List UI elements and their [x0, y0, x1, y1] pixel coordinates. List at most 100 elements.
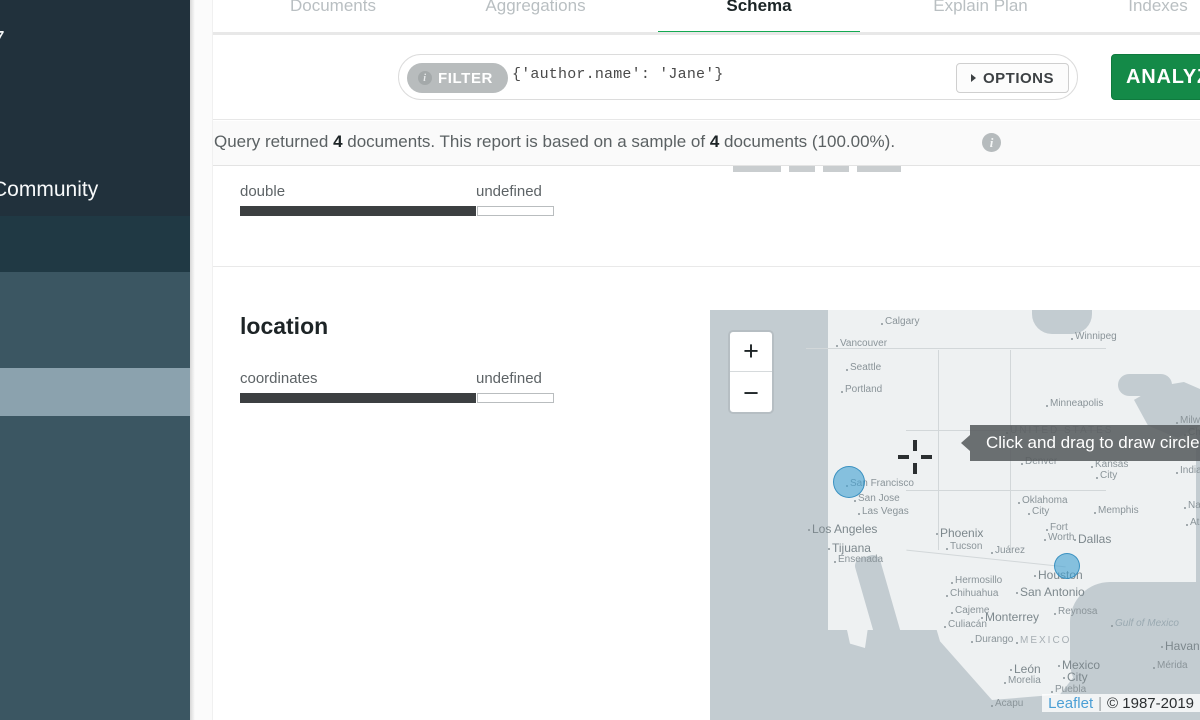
- map-city-label: Los Angeles: [812, 522, 878, 536]
- sample-prefix: Query returned: [214, 132, 334, 151]
- map-city-dot: [1094, 512, 1096, 514]
- map-city-dot: [881, 323, 883, 325]
- app-window: 7 Community • • • Documents Aggregations…: [0, 0, 1200, 720]
- attribution-separator: |: [1098, 694, 1103, 712]
- geo-map-panel[interactable]: Calgary Vancouver Winnipeg Seattle Portland M…: [710, 310, 1200, 720]
- map-city-dot: [951, 612, 953, 614]
- type-label: undefined: [476, 183, 542, 200]
- geo-data-point[interactable]: [1054, 553, 1080, 579]
- map-city-dot: [1046, 405, 1048, 407]
- sidebar-item-selected[interactable]: • • •: [0, 368, 190, 416]
- options-button[interactable]: OPTIONS: [955, 63, 1069, 93]
- sidebar-title: 7: [0, 26, 5, 53]
- analyze-button[interactable]: ANALYZE: [1111, 54, 1200, 100]
- map-tooltip: Click and drag to draw circle: [961, 425, 1200, 461]
- map-tooltip-text: Click and drag to draw circle: [986, 433, 1200, 452]
- map-city-dot: [1153, 667, 1155, 669]
- map-city-label: Calgary: [885, 316, 920, 327]
- map-city-label: Atlanta: [1190, 517, 1200, 528]
- map-city-label: Oklahoma: [1022, 495, 1068, 506]
- tab-schema[interactable]: Schema: [658, 0, 860, 36]
- map-city-dot: [1046, 529, 1048, 531]
- map-city-dot: [858, 513, 860, 515]
- sidebar-band-bottom[interactable]: [0, 416, 190, 720]
- map-city-dot: [1016, 642, 1018, 644]
- field-name: location: [240, 313, 329, 339]
- tab-explain-plan[interactable]: Explain Plan: [893, 0, 1068, 34]
- sample-status-text: Query returned 4 documents. This report …: [214, 132, 895, 152]
- map-city-dot: [991, 705, 993, 707]
- map-city-dot: [1004, 682, 1006, 684]
- map-city-dot: [1021, 463, 1023, 465]
- map-city-dot: [1074, 539, 1076, 541]
- tab-aggregations[interactable]: Aggregations: [448, 0, 623, 34]
- sample-suffix: documents (100.00%).: [719, 132, 896, 151]
- filter-badge[interactable]: i FILTER: [407, 63, 508, 93]
- geo-data-point[interactable]: [833, 466, 865, 498]
- map-city-dot: [1071, 338, 1073, 340]
- sample-banner: Query returned 4 documents. This report …: [213, 121, 1200, 166]
- map-city-dot: [1184, 507, 1186, 509]
- map-city-label: San Antonio: [1020, 585, 1085, 599]
- map-city-label: Reynosa: [1058, 606, 1098, 617]
- map-city-label: Hermosillo: [955, 575, 1003, 586]
- tab-indexes[interactable]: Indexes: [1103, 0, 1200, 34]
- options-button-label: OPTIONS: [982, 69, 1054, 87]
- map-city-label: Monterrey: [985, 610, 1040, 624]
- sample-returned-count: 4: [333, 132, 343, 151]
- map-city-dot: [1010, 669, 1012, 671]
- map-city-dot: [946, 595, 948, 597]
- type-label: undefined: [476, 370, 542, 387]
- map-city-dot: [944, 626, 946, 628]
- map-city-label: Culiacán: [948, 619, 987, 630]
- border-state-horizontal-2: [906, 490, 1106, 491]
- sidebar-community-label: Community: [0, 178, 99, 201]
- map-city-label: Durango: [975, 634, 1014, 645]
- zoom-in-button[interactable]: +: [730, 332, 772, 372]
- map-attribution: Leaflet | © 1987-2019: [1042, 694, 1200, 712]
- map-city-label: Minneapolis: [1050, 398, 1104, 409]
- map-city-dot: [1096, 477, 1098, 479]
- map-city-label: Phoenix: [940, 526, 984, 540]
- map-city-label: Winnipeg: [1075, 331, 1117, 342]
- type-share-bar[interactable]: [477, 206, 554, 216]
- map-city-dot: [854, 500, 856, 502]
- map-city-dot: [841, 391, 843, 393]
- map-city-label: Nashville: [1188, 500, 1200, 511]
- map-city-label: City: [1032, 506, 1050, 517]
- map-city-dot: [936, 533, 938, 535]
- map-city-label: Indianapolis: [1180, 465, 1200, 476]
- map-city-label: Vancouver: [840, 338, 888, 349]
- map-city-dot: [951, 582, 953, 584]
- map-city-label: Seattle: [850, 362, 882, 373]
- map-city-dot: [1058, 665, 1060, 667]
- filter-input-wrapper[interactable]: i FILTER {'author.name': 'Jane'} OPTIONS: [398, 54, 1078, 100]
- type-share-bar[interactable]: [477, 393, 554, 403]
- type-share-bar[interactable]: [240, 393, 476, 403]
- map-zoom-control[interactable]: + −: [728, 330, 774, 414]
- map-city-dot: [846, 369, 848, 371]
- zoom-out-button[interactable]: −: [730, 373, 772, 413]
- map-city-dot: [808, 529, 810, 531]
- map-city-label: San Jose: [858, 493, 900, 504]
- type-share-bar[interactable]: [240, 206, 476, 216]
- tab-documents[interactable]: Documents: [248, 0, 418, 34]
- leaflet-link[interactable]: Leaflet: [1048, 695, 1093, 712]
- map-city-dot: [946, 548, 948, 550]
- sidebar-band-list[interactable]: [0, 272, 190, 368]
- map-city-label: Ensenada: [838, 554, 884, 565]
- content-shadow: [190, 0, 195, 720]
- type-label: coordinates: [240, 370, 318, 387]
- tab-aggregations-label: Aggregations: [485, 0, 586, 15]
- map-city-label: Juárez: [995, 545, 1026, 556]
- map-canvas[interactable]: Calgary Vancouver Winnipeg Seattle Portland M…: [710, 310, 1200, 720]
- border-state-vertical-1: [938, 350, 939, 550]
- map-city-label: León: [1014, 662, 1041, 676]
- tab-indexes-label: Indexes: [1128, 0, 1188, 15]
- schema-field-row: double undefined: [213, 166, 1200, 266]
- filter-query-input[interactable]: {'author.name': 'Jane'}: [512, 66, 724, 83]
- map-city-dot: [1091, 466, 1093, 468]
- info-icon[interactable]: i: [982, 133, 1001, 152]
- map-city-dot: [1176, 472, 1178, 474]
- map-city-dot: [828, 548, 830, 550]
